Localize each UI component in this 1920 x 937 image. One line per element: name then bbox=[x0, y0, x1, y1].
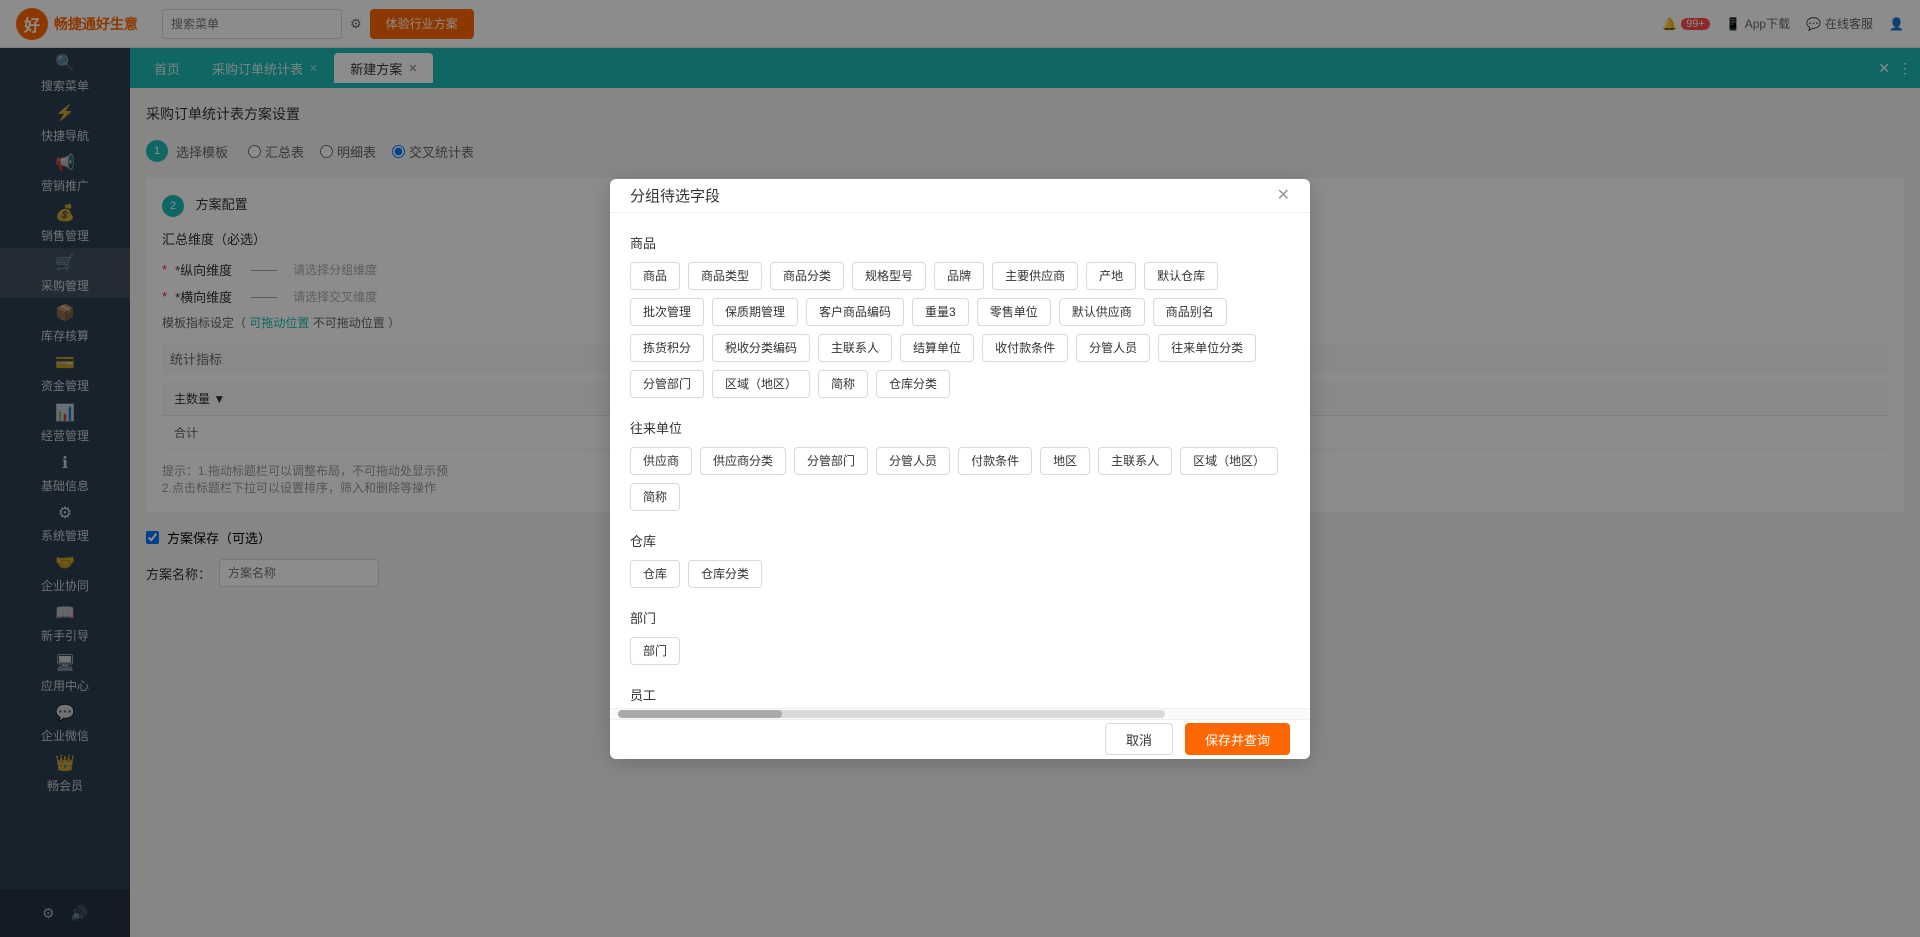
tag-shortname[interactable]: 简称 bbox=[818, 370, 868, 398]
tag-main-contact[interactable]: 主联系人 bbox=[818, 334, 892, 362]
cancel-button[interactable]: 取消 bbox=[1105, 723, 1173, 755]
section-product: 商品 商品 商品类型 商品分类 规格型号 品牌 主要供应商 产地 默认仓库 批次… bbox=[630, 233, 1290, 398]
tag-shelf-life[interactable]: 保质期管理 bbox=[712, 298, 798, 326]
tag-product-alias[interactable]: 商品别名 bbox=[1153, 298, 1227, 326]
tag-settlement-unit[interactable]: 结算单位 bbox=[900, 334, 974, 362]
tag-partner-contact[interactable]: 主联系人 bbox=[1098, 447, 1172, 475]
section-partner-title: 往来单位 bbox=[630, 418, 1290, 437]
tag-dept-field[interactable]: 部门 bbox=[630, 637, 680, 665]
tag-partner-manager[interactable]: 分管人员 bbox=[876, 447, 950, 475]
modal-body[interactable]: 商品 商品 商品类型 商品分类 规格型号 品牌 主要供应商 产地 默认仓库 批次… bbox=[610, 213, 1310, 709]
section-warehouse-title: 仓库 bbox=[630, 531, 1290, 550]
tag-main-supplier[interactable]: 主要供应商 bbox=[992, 262, 1078, 290]
tag-product-type[interactable]: 商品类型 bbox=[688, 262, 762, 290]
tag-pick-points[interactable]: 拣货积分 bbox=[630, 334, 704, 362]
tag-product[interactable]: 商品 bbox=[630, 262, 680, 290]
tag-warehouse-category[interactable]: 仓库分类 bbox=[876, 370, 950, 398]
section-employee: 员工 业务员 bbox=[630, 685, 1290, 709]
tag-partner-category[interactable]: 往来单位分类 bbox=[1158, 334, 1256, 362]
tag-pay-terms[interactable]: 付款条件 bbox=[958, 447, 1032, 475]
tag-weight3[interactable]: 重量3 bbox=[912, 298, 969, 326]
tag-partner-dept[interactable]: 分管部门 bbox=[794, 447, 868, 475]
tag-product-category[interactable]: 商品分类 bbox=[770, 262, 844, 290]
tag-payment-terms[interactable]: 收付款条件 bbox=[982, 334, 1068, 362]
tag-brand[interactable]: 品牌 bbox=[934, 262, 984, 290]
modal-close-btn[interactable]: ✕ bbox=[1277, 185, 1290, 205]
tag-manager[interactable]: 分管人员 bbox=[1076, 334, 1150, 362]
tag-batch-mgmt[interactable]: 批次管理 bbox=[630, 298, 704, 326]
modal-title: 分组待选字段 bbox=[630, 185, 720, 206]
tag-partner-region[interactable]: 区域（地区） bbox=[1180, 447, 1278, 475]
tag-spec-model[interactable]: 规格型号 bbox=[852, 262, 926, 290]
section-dept-title: 部门 bbox=[630, 608, 1290, 627]
modal-header: 分组待选字段 ✕ bbox=[610, 179, 1310, 213]
section-partner: 往来单位 供应商 供应商分类 分管部门 分管人员 付款条件 地区 主联系人 区域… bbox=[630, 418, 1290, 511]
modal-overlay: 分组待选字段 ✕ 商品 商品 商品类型 商品分类 规格型号 品牌 主要供应商 产… bbox=[0, 0, 1920, 937]
modal-footer: 取消 保存并查询 bbox=[610, 719, 1310, 759]
section-dept: 部门 部门 bbox=[630, 608, 1290, 665]
tag-origin[interactable]: 产地 bbox=[1086, 262, 1136, 290]
section-dept-tags: 部门 bbox=[630, 637, 1290, 665]
section-warehouse: 仓库 仓库 仓库分类 bbox=[630, 531, 1290, 588]
field-select-modal: 分组待选字段 ✕ 商品 商品 商品类型 商品分类 规格型号 品牌 主要供应商 产… bbox=[610, 179, 1310, 759]
tag-dept[interactable]: 分管部门 bbox=[630, 370, 704, 398]
tag-default-warehouse[interactable]: 默认仓库 bbox=[1144, 262, 1218, 290]
tag-region[interactable]: 区域（地区） bbox=[712, 370, 810, 398]
tag-supplier-category[interactable]: 供应商分类 bbox=[700, 447, 786, 475]
tag-tax-code[interactable]: 税收分类编码 bbox=[712, 334, 810, 362]
tag-area[interactable]: 地区 bbox=[1040, 447, 1090, 475]
section-product-title: 商品 bbox=[630, 233, 1290, 252]
tag-customer-code[interactable]: 客户商品编码 bbox=[806, 298, 904, 326]
section-partner-tags: 供应商 供应商分类 分管部门 分管人员 付款条件 地区 主联系人 区域（地区） … bbox=[630, 447, 1290, 511]
modal-hscroll[interactable] bbox=[610, 708, 1310, 718]
tag-wh-category[interactable]: 仓库分类 bbox=[688, 560, 762, 588]
section-warehouse-tags: 仓库 仓库分类 bbox=[630, 560, 1290, 588]
section-employee-title: 员工 bbox=[630, 685, 1290, 704]
section-product-tags: 商品 商品类型 商品分类 规格型号 品牌 主要供应商 产地 默认仓库 批次管理 … bbox=[630, 262, 1290, 398]
tag-supplier[interactable]: 供应商 bbox=[630, 447, 692, 475]
tag-partner-shortname[interactable]: 简称 bbox=[630, 483, 680, 511]
tag-retail-unit[interactable]: 零售单位 bbox=[977, 298, 1051, 326]
tag-default-supplier[interactable]: 默认供应商 bbox=[1059, 298, 1145, 326]
confirm-button[interactable]: 保存并查询 bbox=[1185, 723, 1290, 755]
tag-warehouse[interactable]: 仓库 bbox=[630, 560, 680, 588]
